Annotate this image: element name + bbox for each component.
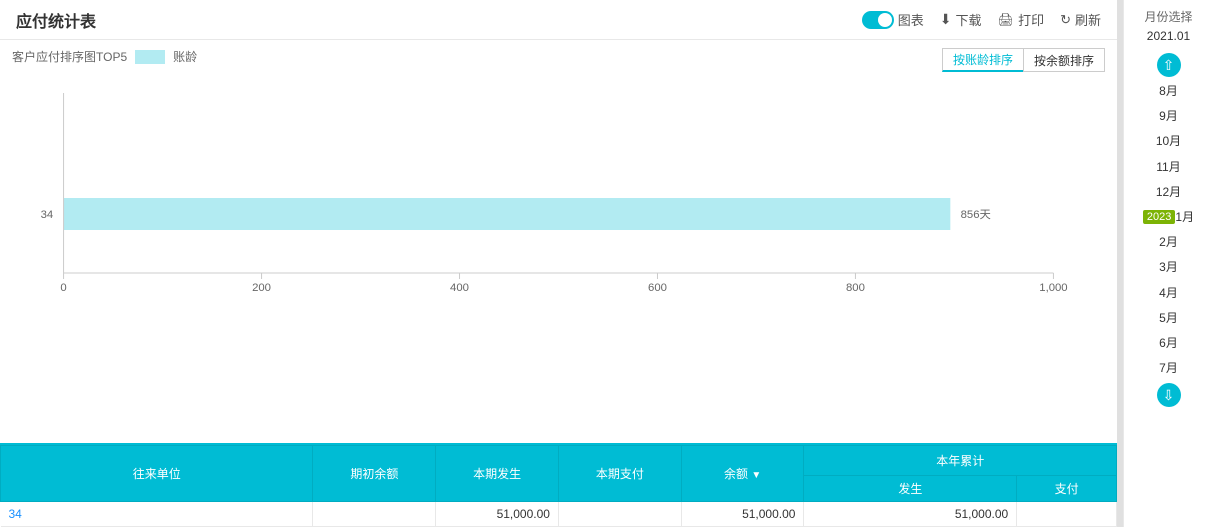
svg-text:400: 400	[450, 282, 469, 294]
svg-text:200: 200	[252, 282, 271, 294]
col-header-current-occur: 本期发生	[436, 446, 559, 502]
col-header-opening: 期初余额	[313, 446, 436, 502]
print-icon: 🖨	[998, 12, 1015, 28]
cell-ytd-pay	[1017, 502, 1117, 527]
print-label: 打印	[1018, 10, 1044, 29]
sidebar-date: 2021.01	[1147, 29, 1190, 43]
toggle-switch-icon[interactable]	[862, 11, 894, 29]
year-badge-row: 2023 1月	[1124, 205, 1213, 230]
refresh-label: 刷新	[1075, 10, 1101, 29]
page-title: 应付统计表	[16, 8, 96, 32]
chart-svg: 34 856天 0 200 400 600 800 1,000	[12, 73, 1105, 333]
month-12[interactable]: 12月	[1124, 180, 1213, 205]
cell-current-occur: 51,000.00	[436, 502, 559, 527]
data-table: 往来单位 期初余额 本期发生 本期支付 余额 ▼ 本年累计 发生 支付	[0, 445, 1117, 527]
balance-sort-icon: ▼	[751, 470, 761, 481]
month-8[interactable]: 8月	[1124, 79, 1213, 104]
month-10[interactable]: 10月	[1124, 129, 1213, 154]
col-header-unit: 往来单位	[1, 446, 313, 502]
print-button[interactable]: 🖨 打印	[998, 10, 1045, 29]
sort-by-amount-button[interactable]: 按余额排序	[1023, 48, 1105, 72]
sidebar-down-button[interactable]: ⇩	[1157, 383, 1181, 407]
cell-opening	[313, 502, 436, 527]
cell-ytd-occur: 51,000.00	[804, 502, 1017, 527]
chart-toggle[interactable]: 图表	[862, 10, 924, 29]
legend-box	[135, 50, 165, 64]
year-badge: 2023	[1143, 210, 1175, 224]
sort-buttons: 按账龄排序 按余额排序	[942, 48, 1105, 72]
cell-current-pay	[558, 502, 681, 527]
sort-by-balance-button[interactable]: 按账龄排序	[942, 48, 1023, 72]
table-section: 往来单位 期初余额 本期发生 本期支付 余额 ▼ 本年累计 发生 支付	[0, 443, 1117, 527]
col-header-balance: 余额 ▼	[681, 446, 804, 502]
bar-end-label: 856天	[961, 209, 991, 221]
cell-balance: 51,000.00	[681, 502, 804, 527]
month-6[interactable]: 6月	[1124, 331, 1213, 356]
sidebar-months: 8月 9月 10月 11月 12月 2023 1月 2月 3月 4月 5月 6月…	[1124, 79, 1213, 381]
bar-rect	[64, 198, 951, 230]
svg-text:0: 0	[60, 282, 66, 294]
col-subheader-ytd-pay: 支付	[1017, 476, 1117, 502]
month-2[interactable]: 2月	[1124, 230, 1213, 255]
table-header: 往来单位 期初余额 本期发生 本期支付 余额 ▼ 本年累计	[1, 446, 1117, 476]
month-9[interactable]: 9月	[1124, 104, 1213, 129]
header-actions: 图表 ⬇ 下载 🖨 打印 ↻ 刷新	[862, 10, 1101, 29]
legend-title: 客户应付排序图TOP5	[12, 48, 127, 65]
month-3[interactable]: 3月	[1124, 255, 1213, 280]
cell-unit: 34	[1, 502, 313, 527]
table-row: 34 51,000.00 51,000.00 51,000.00	[1, 502, 1117, 527]
month-1[interactable]: 1月	[1175, 205, 1194, 230]
col-subheader-ytd-occur: 发生	[804, 476, 1017, 502]
right-sidebar: 月份选择 2021.01 ⇧ 8月 9月 10月 11月 12月 2023 1月…	[1123, 0, 1213, 527]
download-icon: ⬇	[940, 11, 952, 28]
download-label: 下载	[956, 10, 982, 29]
download-button[interactable]: ⬇ 下载	[940, 10, 982, 29]
svg-text:600: 600	[648, 282, 667, 294]
col-header-current-pay: 本期支付	[558, 446, 681, 502]
svg-text:800: 800	[846, 282, 865, 294]
y-axis-label: 34	[41, 209, 54, 221]
page-header: 应付统计表 图表 ⬇ 下载 🖨 打印 ↻ 刷新	[0, 0, 1117, 40]
month-7[interactable]: 7月	[1124, 356, 1213, 381]
sidebar-title: 月份选择	[1144, 8, 1192, 25]
svg-text:1,000: 1,000	[1039, 282, 1067, 294]
chart-section: 客户应付排序图TOP5 账龄 按账龄排序 按余额排序 34 856天	[0, 40, 1117, 443]
sidebar-up-button[interactable]: ⇧	[1157, 53, 1181, 77]
month-11[interactable]: 11月	[1124, 155, 1213, 180]
bar-chart: 34 856天 0 200 400 600 800 1,000	[12, 73, 1105, 353]
unit-link[interactable]: 34	[9, 507, 22, 521]
chart-label: 图表	[898, 10, 924, 29]
col-header-ytd: 本年累计	[804, 446, 1117, 476]
refresh-button[interactable]: ↻ 刷新	[1060, 10, 1101, 29]
refresh-icon: ↻	[1060, 12, 1071, 28]
month-5[interactable]: 5月	[1124, 306, 1213, 331]
month-4[interactable]: 4月	[1124, 281, 1213, 306]
legend-text: 账龄	[173, 48, 197, 65]
